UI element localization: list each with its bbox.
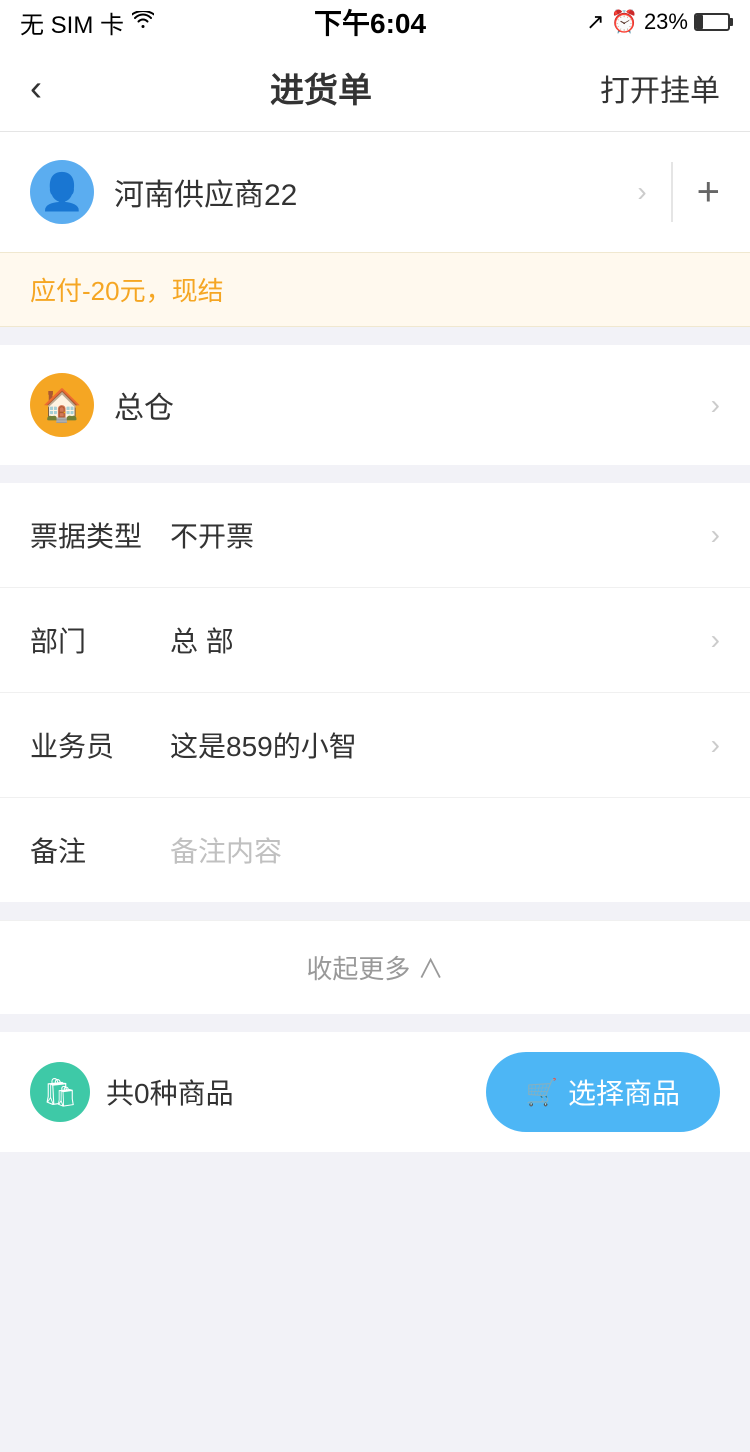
warehouse-icon-wrap: 🏠 — [30, 373, 94, 437]
invoice-row[interactable]: 票据类型 不开票 › — [0, 483, 750, 588]
warehouse-chevron-icon: › — [711, 389, 720, 421]
notice-text: 应付-20元，现结 — [30, 276, 224, 306]
warehouse-card[interactable]: 🏠 总仓 › — [0, 345, 750, 465]
page-title: 进货单 — [270, 63, 372, 112]
product-icon-wrap: 🛍 — [30, 1062, 90, 1122]
notice-bar: 应付-20元，现结 — [0, 252, 750, 327]
remark-label: 备注 — [30, 830, 150, 870]
bottom-bar: 🛍 共0种商品 🛒 选择商品 — [0, 1032, 750, 1152]
warehouse-row[interactable]: 🏠 总仓 › — [0, 345, 750, 465]
battery-icon — [694, 13, 730, 31]
avatar-icon: 👤 — [40, 171, 85, 213]
product-summary: 🛍 共0种商品 — [30, 1062, 234, 1122]
dept-value: 总 部 — [150, 620, 711, 660]
status-bar: 无 SIM 卡 下午6:04 ↗ ⏰ 23% — [0, 0, 750, 44]
salesperson-row[interactable]: 业务员 这是859的小智 › — [0, 693, 750, 798]
product-count: 共0种商品 — [106, 1072, 234, 1112]
battery-percent: 23% — [644, 9, 688, 35]
salesperson-chevron-icon: › — [711, 729, 720, 761]
open-pending-button[interactable]: 打开挂单 — [600, 66, 720, 110]
dept-chevron-icon: › — [711, 624, 720, 656]
supplier-chevron-icon: › — [637, 176, 646, 208]
select-product-button[interactable]: 🛒 选择商品 — [486, 1052, 720, 1132]
form-card: 票据类型 不开票 › 部门 总 部 › 业务员 这是859的小智 › 备注 备注… — [0, 483, 750, 902]
location-icon: ↗ — [586, 9, 604, 35]
invoice-chevron-icon: › — [711, 519, 720, 551]
supplier-card: 👤 河南供应商22 › + 应付-20元，现结 — [0, 132, 750, 327]
salesperson-value: 这是859的小智 — [150, 725, 711, 765]
invoice-label: 票据类型 — [30, 515, 150, 555]
collapse-row[interactable]: 收起更多 ∧ — [0, 920, 750, 1014]
back-button[interactable]: ‹ — [30, 67, 42, 109]
status-left: 无 SIM 卡 — [20, 5, 154, 40]
alarm-icon: ⏰ — [611, 9, 638, 35]
status-time: 下午6:04 — [314, 2, 426, 42]
status-right: ↗ ⏰ 23% — [586, 9, 730, 35]
supplier-name: 河南供应商22 — [114, 170, 637, 214]
warehouse-icon: 🏠 — [42, 386, 82, 424]
supplier-avatar: 👤 — [30, 160, 94, 224]
carrier-text: 无 SIM 卡 — [20, 5, 124, 40]
product-bag-icon: 🛍 — [42, 1076, 78, 1109]
salesperson-label: 业务员 — [30, 725, 150, 765]
invoice-value: 不开票 — [150, 515, 711, 555]
wifi-icon — [132, 8, 154, 36]
supplier-divider — [671, 162, 673, 222]
select-product-label: 选择商品 — [568, 1072, 680, 1112]
remaining-space — [0, 1152, 750, 1452]
dept-label: 部门 — [30, 620, 150, 660]
remark-row[interactable]: 备注 备注内容 — [0, 798, 750, 902]
content-area: 👤 河南供应商22 › + 应付-20元，现结 🏠 总仓 › 票据类型 不开票 … — [0, 132, 750, 1452]
collapse-text[interactable]: 收起更多 ∧ — [306, 949, 443, 986]
add-supplier-button[interactable]: + — [697, 170, 720, 215]
remark-input[interactable]: 备注内容 — [150, 830, 720, 870]
nav-bar: ‹ 进货单 打开挂单 — [0, 44, 750, 132]
warehouse-name: 总仓 — [114, 383, 711, 427]
supplier-row[interactable]: 👤 河南供应商22 › + — [0, 132, 750, 252]
dept-row[interactable]: 部门 总 部 › — [0, 588, 750, 693]
select-product-icon: 🛒 — [526, 1077, 558, 1108]
